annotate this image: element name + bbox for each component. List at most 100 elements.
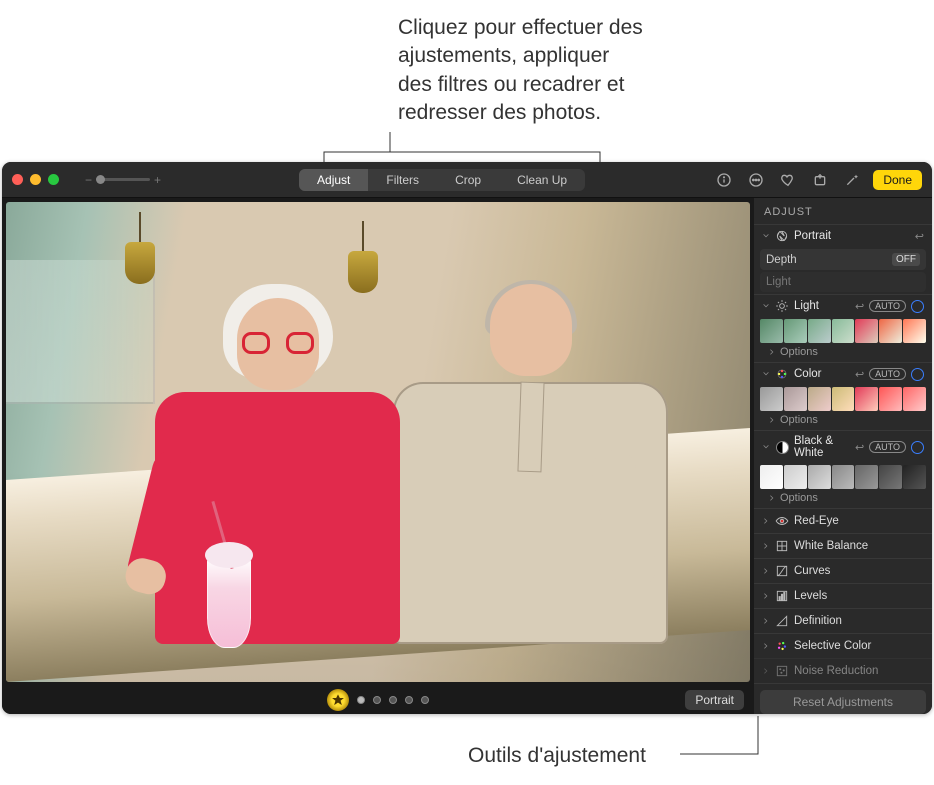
row-noise-reduction[interactable]: Noise Reduction [754,658,932,683]
variant-dot-3[interactable] [389,696,397,704]
variant-dot-5[interactable] [421,696,429,704]
row-selective-color[interactable]: Selective Color [754,633,932,658]
reset-adjustments-button[interactable]: Reset Adjustments [760,690,926,714]
variant-dot-2[interactable] [373,696,381,704]
section-bw: Black & White ↩ AUTO Options [754,430,932,508]
portrait-mode-button[interactable]: Portrait [685,690,744,710]
tab-filters[interactable]: Filters [368,169,437,191]
chevron-right-icon [762,542,770,550]
depth-label: Depth [766,254,797,266]
row-label: Levels [794,590,924,602]
depth-value: OFF [892,253,920,266]
grid-icon [775,539,789,553]
chevron-right-icon [762,592,770,600]
triangle-icon [775,614,789,628]
bw-options[interactable]: Options [754,491,932,508]
enable-toggle[interactable] [911,300,924,313]
chevron-down-icon [762,443,770,451]
window-body: Portrait ADJUST Portrait ↩ Depth OFF Li [2,198,932,714]
done-button[interactable]: Done [873,170,922,190]
light-options[interactable]: Options [754,345,932,362]
chevron-right-icon [762,567,770,575]
chevron-down-icon [762,370,770,378]
portrait-badge-icon[interactable] [327,689,349,711]
chevron-down-icon [762,232,770,240]
section-label: Color [794,368,850,380]
sun-icon [775,299,789,313]
half-circle-icon [775,440,789,454]
enhance-button[interactable] [841,169,863,191]
reset-icon[interactable]: ↩ [855,300,864,313]
variant-dot-1[interactable] [357,696,365,704]
aperture-icon [775,229,789,243]
auto-button[interactable]: AUTO [869,368,906,380]
depth-row[interactable]: Depth OFF [760,249,926,270]
light-thumbnails[interactable] [754,317,932,345]
curves-icon [775,564,789,578]
auto-button[interactable]: AUTO [869,300,906,312]
row-label: Selective Color [794,640,924,652]
more-button[interactable] [745,169,767,191]
zoom-thumb[interactable] [96,175,105,184]
palette-icon [775,639,789,653]
edit-mode-tabs: Adjust Filters Crop Clean Up [299,169,585,191]
color-options[interactable]: Options [754,413,932,430]
options-label: Options [780,492,818,504]
options-label: Options [780,346,818,358]
panel-footer: Reset Adjustments [754,683,932,714]
enable-toggle[interactable] [911,368,924,381]
portrait-light-row: Light [760,272,926,292]
chevron-right-icon [762,617,770,625]
panel-title: ADJUST [754,198,932,224]
row-whitebalance[interactable]: White Balance [754,533,932,558]
favorite-button[interactable] [777,169,799,191]
toolbar-right: Done [713,169,922,191]
options-label: Options [780,414,818,426]
row-levels[interactable]: Levels [754,583,932,608]
section-header-light[interactable]: Light ↩ AUTO [754,295,932,317]
photo-canvas: Portrait [2,198,754,714]
row-label: Noise Reduction [794,665,924,677]
extensions-button[interactable] [809,169,831,191]
section-color: Color ↩ AUTO Options [754,362,932,430]
chevron-right-icon [762,517,770,525]
adjust-panel: ADJUST Portrait ↩ Depth OFF Light [754,198,932,714]
callout-top: Cliquez pour effectuer des ajustements, … [398,14,718,127]
row-curves[interactable]: Curves [754,558,932,583]
color-thumbnails[interactable] [754,385,932,413]
section-header-bw[interactable]: Black & White ↩ AUTO [754,431,932,463]
photo-preview[interactable] [6,202,750,682]
zoom-slider[interactable]: − + [85,173,161,187]
levels-icon [775,589,789,603]
bw-thumbnails[interactable] [754,463,932,491]
chevron-right-icon [768,416,776,424]
enable-toggle[interactable] [911,441,924,454]
tab-crop[interactable]: Crop [437,169,499,191]
section-label: Light [794,300,850,312]
reset-icon[interactable]: ↩ [855,441,864,454]
chevron-down-icon [762,302,770,310]
color-wheel-icon [775,367,789,381]
tab-cleanup[interactable]: Clean Up [499,169,585,191]
section-header-portrait[interactable]: Portrait ↩ [754,225,932,247]
fullscreen-window-button[interactable] [48,174,59,185]
variant-dot-4[interactable] [405,696,413,704]
reset-icon[interactable]: ↩ [855,368,864,381]
row-redeye[interactable]: Red-Eye [754,508,932,533]
window-controls [12,174,59,185]
section-light: Light ↩ AUTO Options [754,294,932,362]
row-label: Red-Eye [794,515,924,527]
row-definition[interactable]: Definition [754,608,932,633]
auto-button[interactable]: AUTO [869,441,906,453]
reset-icon[interactable]: ↩ [915,230,924,243]
section-header-color[interactable]: Color ↩ AUTO [754,363,932,385]
chevron-right-icon [768,348,776,356]
close-window-button[interactable] [12,174,23,185]
section-label: Black & White [794,435,850,459]
info-button[interactable] [713,169,735,191]
app-window: − + Adjust Filters Crop Clean Up [2,162,932,714]
tab-adjust[interactable]: Adjust [299,169,368,191]
section-label: Portrait [794,230,910,242]
zoom-track[interactable] [96,178,150,181]
minimize-window-button[interactable] [30,174,41,185]
